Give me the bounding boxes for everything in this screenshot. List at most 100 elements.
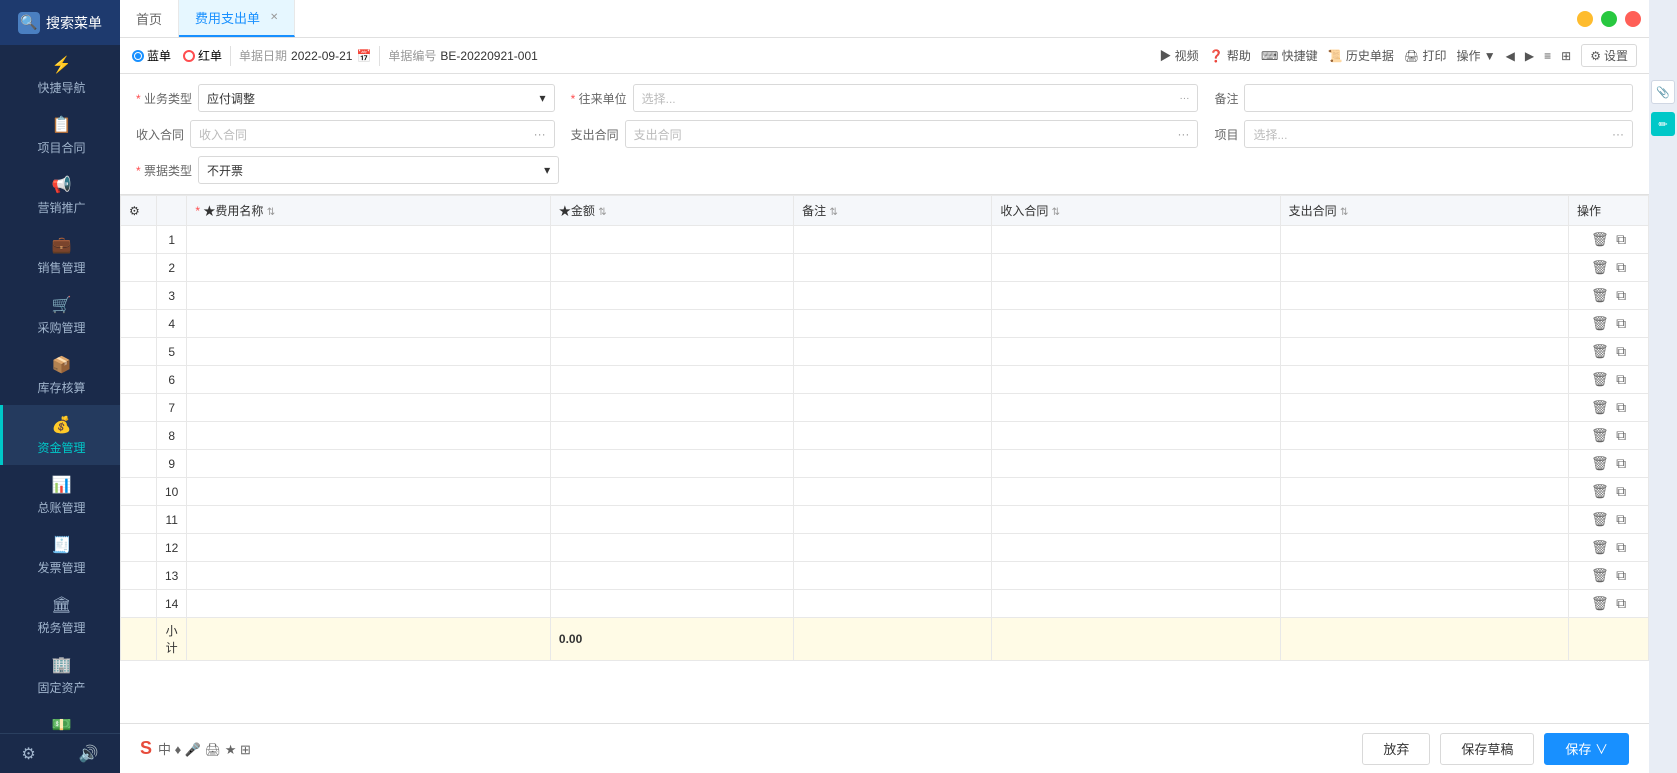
copy-icon-11[interactable]: ⧉ [1616,511,1626,527]
close-button[interactable] [1625,11,1641,27]
row-name-13[interactable] [187,562,551,590]
edit-icon[interactable]: ✏ [1651,112,1675,136]
remark-input[interactable] [1244,84,1633,112]
expense-contract-input[interactable]: 支出合同 ··· [625,120,1199,148]
row-income-10[interactable] [992,478,1280,506]
sidebar-item-marketing[interactable]: 📢营销推广 [0,165,120,225]
copy-icon-6[interactable]: ⧉ [1616,371,1626,387]
save-button[interactable]: 保存 ∨ [1544,733,1629,765]
row-name-1[interactable] [187,226,551,254]
row-expense-4[interactable] [1280,310,1568,338]
invoice-type-select[interactable]: 不开票 ▾ [198,156,559,184]
copy-icon-1[interactable]: ⧉ [1616,231,1626,247]
row-amount-1[interactable] [550,226,793,254]
copy-icon-10[interactable]: ⧉ [1616,483,1626,499]
row-expense-2[interactable] [1280,254,1568,282]
sidebar-item-project-contract[interactable]: 📋项目合同 [0,105,120,165]
sidebar-item-fixed-assets[interactable]: 🏢固定资产 [0,645,120,705]
delete-icon-4[interactable]: 🗑 [1591,315,1609,331]
income-sort-icon[interactable]: ⇅ [1052,207,1060,218]
sidebar-item-salary[interactable]: 💵工资 [0,705,120,733]
row-amount-2[interactable] [550,254,793,282]
business-type-select[interactable]: 应付调整 ▾ [198,84,555,112]
row-name-8[interactable] [187,422,551,450]
row-income-5[interactable] [992,338,1280,366]
delete-icon-3[interactable]: 🗑 [1591,287,1609,303]
row-income-4[interactable] [992,310,1280,338]
red-radio[interactable]: 红单 [183,47,222,64]
row-remark-4[interactable] [794,310,992,338]
row-expense-3[interactable] [1280,282,1568,310]
delete-icon-10[interactable]: 🗑 [1591,483,1609,499]
history-btn[interactable]: 📜 历史单据 [1328,47,1394,64]
sort-icon[interactable]: ⇅ [267,207,275,218]
row-remark-8[interactable] [794,422,992,450]
row-expense-10[interactable] [1280,478,1568,506]
row-amount-11[interactable] [550,506,793,534]
row-expense-7[interactable] [1280,394,1568,422]
row-expense-12[interactable] [1280,534,1568,562]
sidebar-item-sales-mgmt[interactable]: 💼销售管理 [0,225,120,285]
row-income-3[interactable] [992,282,1280,310]
row-income-11[interactable] [992,506,1280,534]
settings-icon[interactable]: ⚙ [21,744,35,764]
row-income-9[interactable] [992,450,1280,478]
blue-radio[interactable]: 蓝单 [132,47,171,64]
row-name-4[interactable] [187,310,551,338]
volume-icon[interactable]: 🔊 [79,744,99,764]
expense-sort-icon[interactable]: ⇅ [1340,207,1348,218]
copy-icon-12[interactable]: ⧉ [1616,539,1626,555]
delete-icon-7[interactable]: 🗑 [1591,399,1609,415]
delete-icon-5[interactable]: 🗑 [1591,343,1609,359]
row-expense-8[interactable] [1280,422,1568,450]
row-income-2[interactable] [992,254,1280,282]
row-name-3[interactable] [187,282,551,310]
row-name-11[interactable] [187,506,551,534]
copy-icon-7[interactable]: ⧉ [1616,399,1626,415]
tab-home[interactable]: 首页 [120,0,179,37]
print-btn[interactable]: 🖨 打印 [1404,47,1447,64]
sidebar-item-capital-mgmt[interactable]: 💰资金管理 [0,405,120,465]
row-expense-14[interactable] [1280,590,1568,618]
copy-icon-8[interactable]: ⧉ [1616,427,1626,443]
copy-icon-9[interactable]: ⧉ [1616,455,1626,471]
delete-icon-8[interactable]: 🗑 [1591,427,1609,443]
copy-icon-3[interactable]: ⧉ [1616,287,1626,303]
copy-icon-13[interactable]: ⧉ [1616,567,1626,583]
calendar-icon[interactable]: 📅 [356,49,371,63]
operate-btn[interactable]: 操作 ▼ [1456,47,1495,64]
amount-sort-icon[interactable]: ⇅ [598,207,606,218]
row-name-10[interactable] [187,478,551,506]
col-gear[interactable]: ⚙ [121,196,157,226]
tab-close-icon[interactable]: ✕ [270,12,278,23]
row-amount-5[interactable] [550,338,793,366]
sidebar-item-tax-mgmt[interactable]: 🏛税务管理 [0,585,120,645]
row-remark-14[interactable] [794,590,992,618]
row-remark-10[interactable] [794,478,992,506]
grid-view-btn[interactable]: ⊞ [1561,49,1571,63]
counterpart-input[interactable]: 选择... ··· [633,84,1199,112]
row-amount-7[interactable] [550,394,793,422]
sidebar-header[interactable]: 🔍 搜索菜单 [0,0,120,45]
row-amount-13[interactable] [550,562,793,590]
row-amount-12[interactable] [550,534,793,562]
save-draft-button[interactable]: 保存草稿 [1440,733,1534,765]
row-amount-6[interactable] [550,366,793,394]
row-name-6[interactable] [187,366,551,394]
help-btn[interactable]: ❓ 帮助 [1209,47,1251,64]
minimize-button[interactable] [1577,11,1593,27]
row-expense-5[interactable] [1280,338,1568,366]
row-expense-6[interactable] [1280,366,1568,394]
nav-right-btn[interactable]: ▶ [1525,49,1534,63]
row-name-7[interactable] [187,394,551,422]
row-remark-12[interactable] [794,534,992,562]
row-remark-2[interactable] [794,254,992,282]
video-btn[interactable]: ▶ 视频 [1159,47,1198,64]
delete-icon-6[interactable]: 🗑 [1591,371,1609,387]
copy-icon-14[interactable]: ⧉ [1616,595,1626,611]
sidebar-item-inventory[interactable]: 📦库存核算 [0,345,120,405]
delete-icon-12[interactable]: 🗑 [1591,539,1609,555]
tab-expense[interactable]: 费用支出单 ✕ [179,0,295,37]
copy-icon-5[interactable]: ⧉ [1616,343,1626,359]
row-name-9[interactable] [187,450,551,478]
